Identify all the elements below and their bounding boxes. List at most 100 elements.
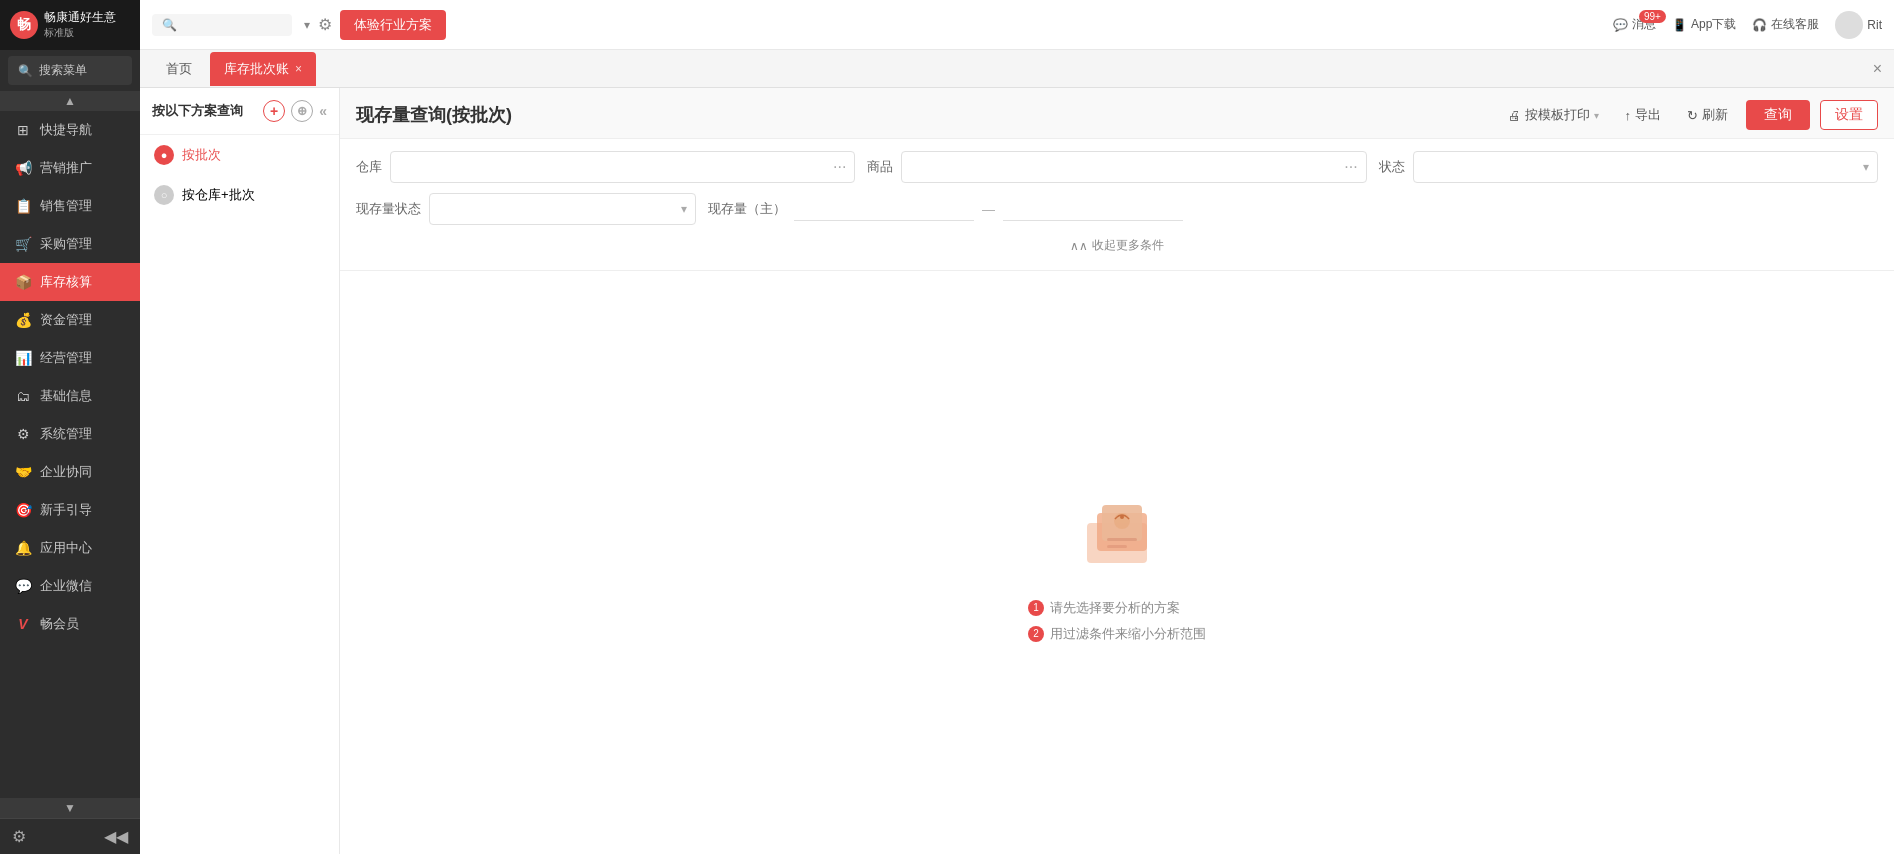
page-title: 现存量查询(按批次) bbox=[356, 103, 512, 127]
basic-icon: 🗂 bbox=[14, 387, 32, 405]
plan-settings-btn[interactable]: ⊕ bbox=[291, 100, 313, 122]
refresh-label: 刷新 bbox=[1702, 106, 1728, 124]
tab-bar: 首页 库存批次账 × × bbox=[140, 50, 1894, 88]
collapse-label: 收起更多条件 bbox=[1092, 237, 1164, 254]
headset-icon: 🎧 bbox=[1752, 18, 1767, 32]
goods-dots-btn[interactable]: ··· bbox=[1344, 158, 1357, 176]
sidebar-scroll-down[interactable]: ▼ bbox=[0, 798, 140, 818]
empty-hints: 1 请先选择要分析的方案 2 用过滤条件来缩小分析范围 bbox=[1028, 599, 1206, 643]
filter-stock-status: 现存量状态 ▾ bbox=[356, 193, 696, 225]
messages-badge: 99+ bbox=[1639, 10, 1666, 23]
settings-footer-icon[interactable]: ⚙ bbox=[12, 827, 26, 846]
online-support-btn[interactable]: 🎧 在线客服 bbox=[1752, 16, 1819, 33]
online-support-label: 在线客服 bbox=[1771, 16, 1819, 33]
collapse-area: ∧∧ 收起更多条件 bbox=[356, 225, 1878, 258]
sidebar: 畅 畅康通好生意 标准版 🔍 搜索菜单 ▲ ⊞ 快捷导航 📢 营销推广 📋 销售… bbox=[0, 0, 140, 854]
svg-rect-5 bbox=[1107, 538, 1137, 541]
query-btn[interactable]: 查询 bbox=[1746, 100, 1810, 130]
tab-inventory-batch[interactable]: 库存批次账 × bbox=[210, 52, 316, 86]
status-select[interactable]: ▾ bbox=[1413, 151, 1878, 183]
status-dropdown-icon[interactable]: ▾ bbox=[1863, 160, 1869, 174]
left-panel-header: 按以下方案查询 + ⊕ « bbox=[140, 88, 339, 135]
user-profile[interactable]: Rit bbox=[1835, 11, 1882, 39]
sidebar-item-finance[interactable]: 💰 资金管理 bbox=[0, 301, 140, 339]
plan-label-batch: 按批次 bbox=[182, 146, 221, 164]
sidebar-item-member[interactable]: V 畅会员 bbox=[0, 605, 140, 643]
data-area: 1 请先选择要分析的方案 2 用过滤条件来缩小分析范围 bbox=[340, 271, 1894, 854]
sidebar-footer: ⚙ ◀◀ bbox=[0, 818, 140, 854]
sidebar-search[interactable]: 🔍 搜索菜单 bbox=[8, 56, 132, 85]
app-logo: 畅 bbox=[10, 11, 38, 39]
topbar-gear-icon[interactable]: ⚙ bbox=[318, 15, 332, 34]
sidebar-item-inventory[interactable]: 📦 库存核算 bbox=[0, 263, 140, 301]
export-icon: ↑ bbox=[1625, 108, 1632, 123]
add-plan-btn[interactable]: + bbox=[263, 100, 285, 122]
topbar-chevron-icon[interactable]: ▾ bbox=[304, 18, 310, 32]
user-name: Rit bbox=[1867, 18, 1882, 32]
plan-icon-warehouse-batch: ○ bbox=[154, 185, 174, 205]
stock-amount-to-input[interactable] bbox=[1003, 197, 1183, 221]
inventory-icon: 📦 bbox=[14, 273, 32, 291]
hint-2-num: 2 bbox=[1028, 626, 1044, 642]
phone-icon: 📱 bbox=[1672, 18, 1687, 32]
export-label: 导出 bbox=[1635, 106, 1661, 124]
stock-status-select[interactable]: ▾ bbox=[429, 193, 696, 225]
export-btn[interactable]: ↑ 导出 bbox=[1617, 102, 1670, 128]
sidebar-item-purchase[interactable]: 🛒 采购管理 bbox=[0, 225, 140, 263]
right-panel: 现存量查询(按批次) 🖨 按模板打印 ▾ ↑ 导出 ↻ 刷新 bbox=[340, 88, 1894, 854]
left-panel-title: 按以下方案查询 bbox=[152, 102, 243, 120]
business-icon: 📊 bbox=[14, 349, 32, 367]
collapse-icon: ∧∧ bbox=[1070, 239, 1088, 253]
topbar-search-box[interactable]: 🔍 bbox=[152, 14, 292, 36]
sidebar-item-business[interactable]: 📊 经营管理 bbox=[0, 339, 140, 377]
sidebar-header: 畅 畅康通好生意 标准版 bbox=[0, 0, 140, 50]
sidebar-item-weixin[interactable]: 💬 企业微信 bbox=[0, 567, 140, 605]
goods-input[interactable]: ··· bbox=[901, 151, 1366, 183]
stock-status-dropdown-icon[interactable]: ▾ bbox=[681, 202, 687, 216]
sidebar-item-sales[interactable]: 📋 销售管理 bbox=[0, 187, 140, 225]
plan-item-batch[interactable]: ● 按批次 bbox=[140, 135, 339, 175]
sidebar-item-appstore[interactable]: 🔔 应用中心 bbox=[0, 529, 140, 567]
sidebar-item-label: 畅会员 bbox=[40, 615, 79, 633]
plan-icon-batch: ● bbox=[154, 145, 174, 165]
sidebar-item-enterprise[interactable]: 🤝 企业协同 bbox=[0, 453, 140, 491]
tab-close-main-icon[interactable]: × bbox=[1873, 60, 1882, 78]
warehouse-dots-btn[interactable]: ··· bbox=[833, 158, 846, 176]
collapse-more-btn[interactable]: ∧∧ 收起更多条件 bbox=[1070, 237, 1164, 254]
tab-home[interactable]: 首页 bbox=[152, 52, 206, 86]
status-label: 状态 bbox=[1379, 158, 1405, 176]
filter-status: 状态 ▾ bbox=[1379, 151, 1878, 183]
app-download-btn[interactable]: 📱 App下载 bbox=[1672, 16, 1736, 33]
experience-btn[interactable]: 体验行业方案 bbox=[340, 10, 446, 40]
sidebar-item-label: 经营管理 bbox=[40, 349, 92, 367]
sidebar-search-label: 搜索菜单 bbox=[39, 62, 87, 79]
print-label: 按模板打印 bbox=[1525, 106, 1590, 124]
sidebar-item-system[interactable]: ⚙ 系统管理 bbox=[0, 415, 140, 453]
refresh-btn[interactable]: ↻ 刷新 bbox=[1679, 102, 1736, 128]
empty-hint-2: 2 用过滤条件来缩小分析范围 bbox=[1028, 625, 1206, 643]
collapse-panel-btn[interactable]: « bbox=[319, 103, 327, 119]
left-panel-header-actions: + ⊕ « bbox=[263, 100, 327, 122]
left-panel: 按以下方案查询 + ⊕ « ● 按批次 ○ 按仓库+批次 bbox=[140, 88, 340, 854]
print-btn[interactable]: 🖨 按模板打印 ▾ bbox=[1500, 102, 1607, 128]
svg-point-4 bbox=[1120, 515, 1124, 519]
sidebar-item-basic[interactable]: 🗂 基础信息 bbox=[0, 377, 140, 415]
filter-row-2: 现存量状态 ▾ 现存量（主） — bbox=[356, 193, 1878, 225]
sidebar-item-newuser[interactable]: 🎯 新手引导 bbox=[0, 491, 140, 529]
sidebar-scroll-up[interactable]: ▲ bbox=[0, 91, 140, 111]
stock-amount-from-input[interactable] bbox=[794, 197, 974, 221]
settings-btn[interactable]: 设置 bbox=[1820, 100, 1878, 130]
marketing-icon: 📢 bbox=[14, 159, 32, 177]
plan-item-warehouse-batch[interactable]: ○ 按仓库+批次 bbox=[140, 175, 339, 215]
app-download-label: App下载 bbox=[1691, 16, 1736, 33]
sidebar-item-label: 企业微信 bbox=[40, 577, 92, 595]
tab-close-icon[interactable]: × bbox=[295, 62, 302, 76]
sidebar-item-label: 库存核算 bbox=[40, 273, 92, 291]
sidebar-item-marketing[interactable]: 📢 营销推广 bbox=[0, 149, 140, 187]
collapse-sidebar-icon[interactable]: ◀◀ bbox=[104, 827, 128, 846]
sidebar-item-quick-nav[interactable]: ⊞ 快捷导航 bbox=[0, 111, 140, 149]
print-dropdown-icon[interactable]: ▾ bbox=[1594, 110, 1599, 121]
plan-label-warehouse-batch: 按仓库+批次 bbox=[182, 186, 255, 204]
warehouse-input[interactable]: ··· bbox=[390, 151, 855, 183]
messages-btn[interactable]: 💬 消息 99+ bbox=[1613, 16, 1656, 33]
